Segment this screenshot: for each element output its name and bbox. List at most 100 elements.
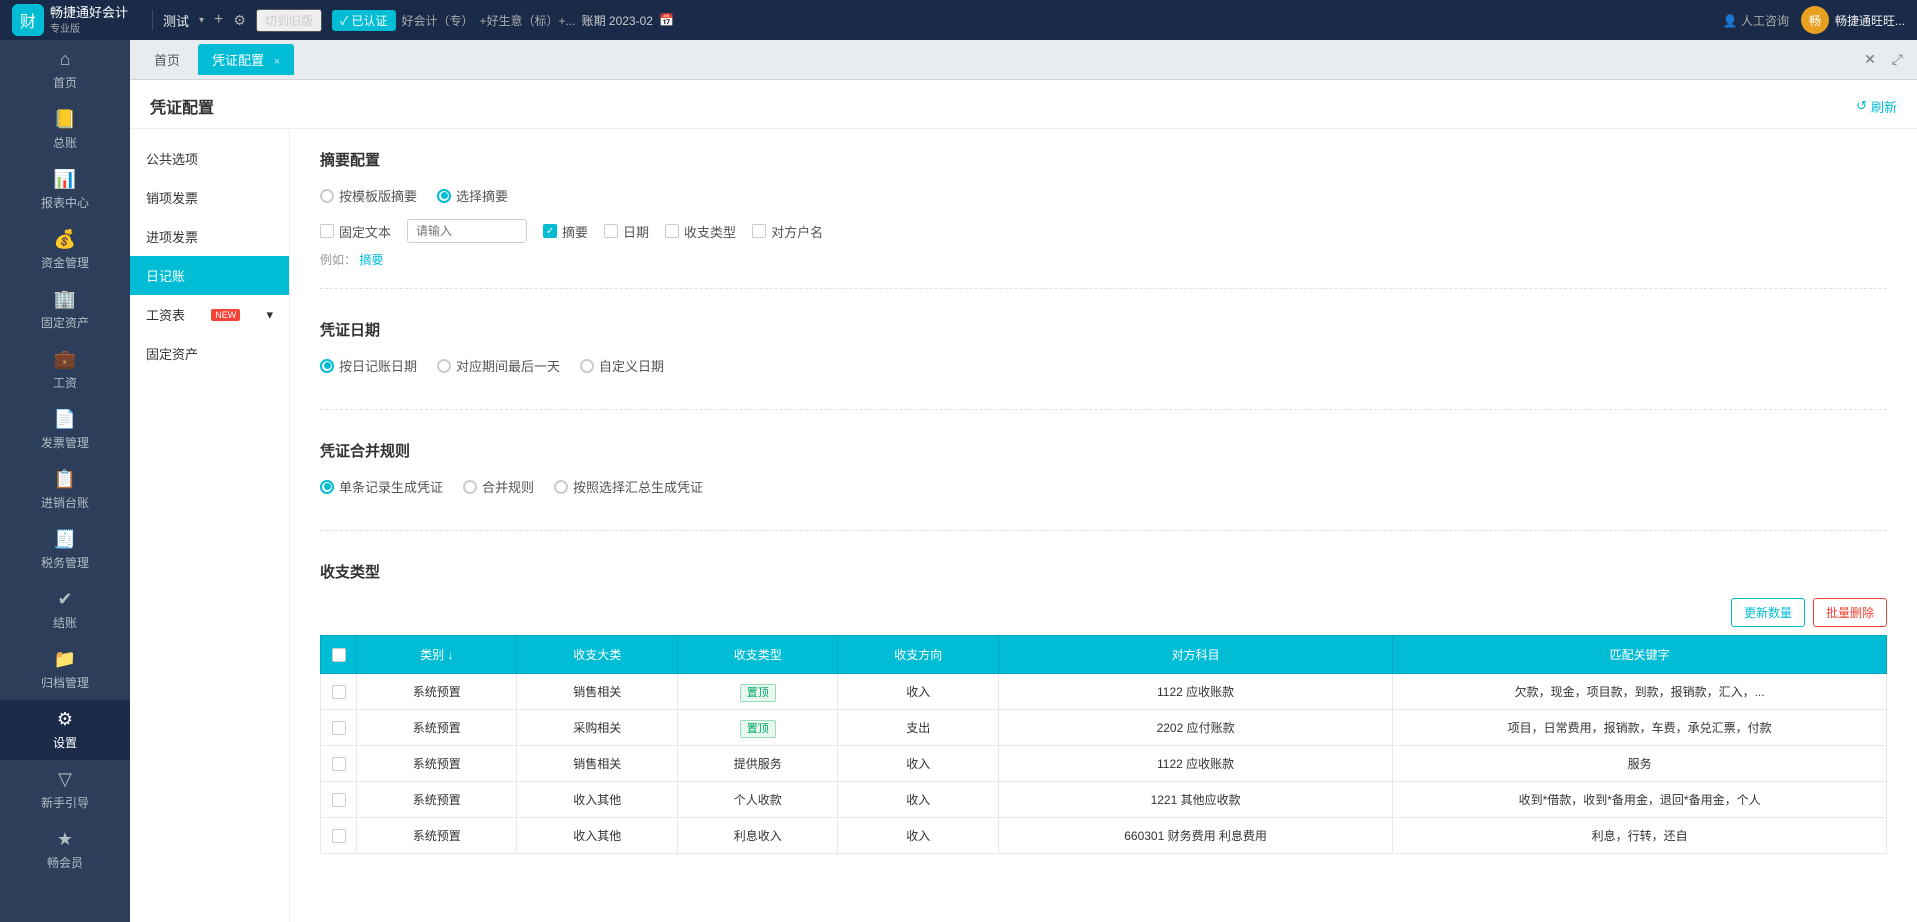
gear-icon[interactable]: ⚙ bbox=[233, 12, 246, 29]
table-row: 系统预置收入其他利息收入收入660301 财务费用 利息费用利息，行转，还自 bbox=[321, 818, 1887, 854]
checkbox-counterparty-box bbox=[752, 224, 766, 238]
left-menu-journal[interactable]: 日记账 bbox=[130, 256, 289, 295]
fixed-text-input[interactable] bbox=[407, 219, 527, 243]
radio-template-circle bbox=[320, 189, 334, 203]
delete-button[interactable]: 批量删除 bbox=[1813, 598, 1887, 627]
app-name: 畅捷通好会计 bbox=[50, 5, 128, 21]
page-header: 凭证配置 ↺ 刷新 bbox=[130, 80, 1917, 129]
maximize-icon[interactable]: ⤢ bbox=[1888, 47, 1907, 72]
tab-close-icon[interactable]: × bbox=[274, 56, 280, 68]
sidebar-item-assets[interactable]: 🏢 固定资产 bbox=[0, 280, 130, 340]
checkbox-income-type[interactable]: 收支类型 bbox=[665, 222, 736, 241]
guide-icon: ▽ bbox=[58, 769, 72, 790]
tab-voucher-config[interactable]: 凭证配置 × bbox=[198, 44, 294, 75]
row-keywords-0: 欠款，现金，项目款，到款，报销款，汇入，... bbox=[1393, 674, 1887, 710]
row-checkbox-box-2[interactable] bbox=[332, 757, 346, 771]
checkbox-date[interactable]: 日期 bbox=[604, 222, 649, 241]
company-arrow-icon[interactable]: ▾ bbox=[199, 15, 204, 26]
select-all-checkbox[interactable] bbox=[332, 648, 346, 662]
sidebar-item-archive[interactable]: 📁 归档管理 bbox=[0, 640, 130, 700]
row-sub-type-2: 提供服务 bbox=[677, 746, 837, 782]
sidebar-item-purchases[interactable]: 📋 进销台账 bbox=[0, 460, 130, 520]
row-category-0: 系统预置 bbox=[357, 674, 517, 710]
table-row: 系统预置销售相关置顶收入1122 应收账款欠款，现金，项目款，到款，报销款，汇入… bbox=[321, 674, 1887, 710]
app-sub: 专业版 bbox=[50, 20, 128, 35]
close-window-icon[interactable]: ✕ bbox=[1860, 47, 1880, 72]
user-name: 畅捷通旺旺... bbox=[1835, 12, 1905, 29]
top-tag-1[interactable]: 置顶 bbox=[740, 720, 776, 738]
radio-select[interactable]: 选择摘要 bbox=[437, 186, 508, 205]
th-checkbox[interactable] bbox=[321, 636, 357, 674]
sidebar-label-salary: 工资 bbox=[53, 374, 77, 391]
row-checkbox-3[interactable] bbox=[321, 782, 357, 818]
update-button[interactable]: 更新数量 bbox=[1731, 598, 1805, 627]
row-checkbox-2[interactable] bbox=[321, 746, 357, 782]
sidebar-item-reports[interactable]: 📊 报表中心 bbox=[0, 160, 130, 220]
radio-single[interactable]: 单条记录生成凭证 bbox=[320, 477, 443, 496]
sidebar-item-salary[interactable]: 💼 工资 bbox=[0, 340, 130, 400]
row-checkbox-0[interactable] bbox=[321, 674, 357, 710]
purchases-icon: 📋 bbox=[54, 469, 76, 490]
sidebar-item-guide[interactable]: ▽ 新手引导 bbox=[0, 760, 130, 820]
radio-custom[interactable]: 自定义日期 bbox=[580, 356, 664, 375]
two-panel: 公共选项 销项发票 进项发票 日记账 工资表 NEW bbox=[130, 129, 1917, 922]
tab-home[interactable]: 首页 bbox=[140, 44, 194, 75]
member-icon: ★ bbox=[57, 829, 73, 850]
add-icon[interactable]: + bbox=[214, 11, 223, 29]
left-menu-payroll[interactable]: 工资表 NEW ▾ bbox=[130, 295, 289, 334]
top-tag-0[interactable]: 置顶 bbox=[740, 684, 776, 702]
checkbox-counterparty[interactable]: 对方户名 bbox=[752, 222, 823, 241]
row-checkbox-box-1[interactable] bbox=[332, 721, 346, 735]
sidebar-label-settings: 设置 bbox=[53, 734, 77, 751]
date-radio-group: 按日记账日期 对应期间最后一天 自定义日期 bbox=[320, 356, 1887, 375]
funds-icon: 💰 bbox=[54, 229, 76, 250]
th-direction: 收支方向 bbox=[838, 636, 998, 674]
sidebar-item-home[interactable]: ⌂ 首页 bbox=[0, 40, 130, 100]
service-button[interactable]: 👤 人工咨询 bbox=[1723, 12, 1789, 29]
left-menu-purchase-invoice[interactable]: 进项发票 bbox=[130, 217, 289, 256]
row-direction-1: 支出 bbox=[838, 710, 998, 746]
archive-icon: 📁 bbox=[54, 649, 76, 670]
row-checkbox-box-0[interactable] bbox=[332, 685, 346, 699]
calendar-icon[interactable]: 📅 bbox=[659, 13, 674, 27]
checkbox-date-box bbox=[604, 224, 618, 238]
topbar-divider bbox=[152, 10, 153, 30]
row-sub-type-1: 置顶 bbox=[677, 710, 837, 746]
row-main-type-1: 采购相关 bbox=[517, 710, 677, 746]
row-keywords-1: 项目，日常费用，报销款，车费，承兑汇票，付款 bbox=[1393, 710, 1887, 746]
switch-old-button[interactable]: 切到旧版 bbox=[256, 9, 322, 32]
checkbox-summary[interactable]: ✓ 摘要 bbox=[543, 222, 588, 241]
th-category[interactable]: 类别 ↓ bbox=[357, 636, 517, 674]
table-row: 系统预置采购相关置顶支出2202 应付账款项目，日常费用，报销款，车费，承兑汇票… bbox=[321, 710, 1887, 746]
row-account-2: 1122 应收账款 bbox=[998, 746, 1392, 782]
row-category-3: 系统预置 bbox=[357, 782, 517, 818]
sidebar-item-funds[interactable]: 💰 资金管理 bbox=[0, 220, 130, 280]
logo-icon: 财 bbox=[12, 4, 44, 36]
row-checkbox-4[interactable] bbox=[321, 818, 357, 854]
left-menu-public[interactable]: 公共选项 bbox=[130, 139, 289, 178]
left-menu-fixed-assets[interactable]: 固定资产 bbox=[130, 334, 289, 373]
row-category-4: 系统预置 bbox=[357, 818, 517, 854]
checkbox-fixed-text[interactable]: 固定文本 bbox=[320, 222, 391, 241]
sidebar-item-invoice[interactable]: 📄 发票管理 bbox=[0, 400, 130, 460]
radio-journal-date-circle bbox=[320, 359, 334, 373]
radio-merge[interactable]: 合并规则 bbox=[463, 477, 534, 496]
row-checkbox-box-3[interactable] bbox=[332, 793, 346, 807]
sidebar-label-guide: 新手引导 bbox=[41, 794, 89, 811]
sidebar-item-ledger[interactable]: 📒 总账 bbox=[0, 100, 130, 160]
row-sub-type-4: 利息收入 bbox=[677, 818, 837, 854]
sidebar-item-settlement[interactable]: ✔ 结账 bbox=[0, 580, 130, 640]
sidebar-label-tax: 税务管理 bbox=[41, 554, 89, 571]
sidebar-item-tax[interactable]: 🧾 税务管理 bbox=[0, 520, 130, 580]
row-checkbox-box-4[interactable] bbox=[332, 829, 346, 843]
radio-summary-generate[interactable]: 按照选择汇总生成凭证 bbox=[554, 477, 703, 496]
row-checkbox-1[interactable] bbox=[321, 710, 357, 746]
left-menu-sales-invoice[interactable]: 销项发票 bbox=[130, 178, 289, 217]
radio-period-last[interactable]: 对应期间最后一天 bbox=[437, 356, 560, 375]
radio-summary-generate-circle bbox=[554, 480, 568, 494]
radio-template[interactable]: 按模板版摘要 bbox=[320, 186, 417, 205]
radio-journal-date[interactable]: 按日记账日期 bbox=[320, 356, 417, 375]
refresh-button[interactable]: ↺ 刷新 bbox=[1856, 97, 1897, 116]
sidebar-item-settings[interactable]: ⚙ 设置 bbox=[0, 700, 130, 760]
sidebar-item-member[interactable]: ★ 畅会员 bbox=[0, 820, 130, 880]
